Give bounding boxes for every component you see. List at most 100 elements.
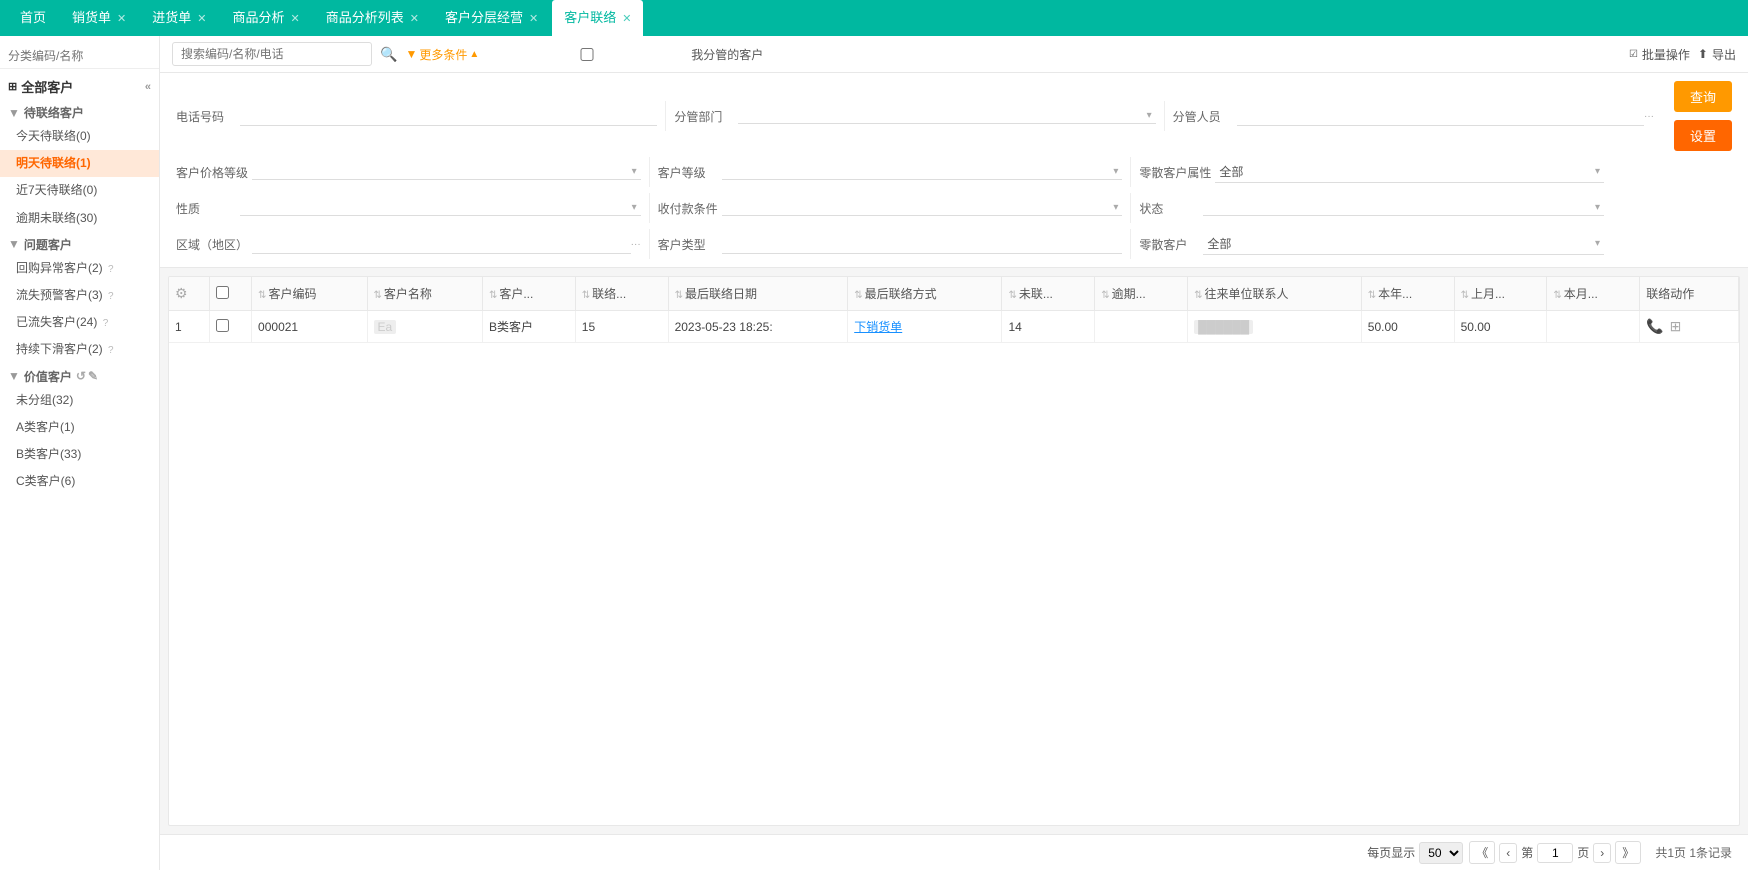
- nav-product-analysis-list-close[interactable]: ✕: [410, 13, 419, 25]
- filter-retail-customer-select[interactable]: 全部 ▾: [1203, 233, 1604, 255]
- payment-arrow: ▾: [1113, 202, 1118, 213]
- filter-bar-right: ☑ 批量操作 ⬆ 导出: [1629, 46, 1736, 63]
- pagination-bar: 每页显示 50 《 ‹ 第 页 › 》 共1页 1条记录: [160, 834, 1748, 870]
- top-navigation: 首页 销货单✕ 进货单✕ 商品分析✕ 商品分析列表✕ 客户分层经营✕ 客户联络✕: [0, 0, 1748, 36]
- batch-op-btn[interactable]: ☑ 批量操作: [1629, 46, 1690, 63]
- sidebar-item-class-b[interactable]: B类客户(33): [0, 441, 159, 468]
- col-type[interactable]: ⇅客户...: [482, 277, 575, 311]
- filter-phone-input[interactable]: [240, 107, 657, 126]
- filter-payment-select[interactable]: ▾: [722, 200, 1123, 216]
- col-this-month[interactable]: ⇅本月...: [1547, 277, 1640, 311]
- nav-sales[interactable]: 销货单✕: [60, 0, 138, 36]
- nav-product-analysis[interactable]: 商品分析✕: [220, 0, 311, 36]
- filter-customer-type-input[interactable]: [722, 235, 1123, 254]
- nav-customer-contact[interactable]: 客户联络✕: [552, 0, 643, 36]
- filter-status-select[interactable]: ▾: [1203, 200, 1604, 216]
- filter-person-input[interactable]: [1237, 107, 1644, 126]
- action-phone-icon[interactable]: 📞: [1646, 318, 1663, 335]
- help-icon-churned[interactable]: ?: [103, 318, 109, 329]
- filter-dept-select[interactable]: ▾: [738, 108, 1155, 124]
- filter-price-level-select[interactable]: ▾: [252, 164, 641, 180]
- all-customers-title[interactable]: ⊞ 全部客户 «: [0, 73, 159, 100]
- sidebar-item-declining[interactable]: 持续下滑客户(2) ?: [0, 336, 159, 363]
- row-code: 000021: [252, 311, 367, 343]
- row-company-contact: ██████: [1188, 311, 1362, 343]
- row-select-checkbox[interactable]: [216, 319, 229, 332]
- col-name[interactable]: ⇅客户名称: [367, 277, 482, 311]
- retail-customer-arrow: ▾: [1595, 238, 1600, 249]
- dept-dropdown-arrow: ▾: [1147, 110, 1152, 121]
- filter-retail-attr-select[interactable]: 全部 ▾: [1215, 161, 1604, 183]
- sidebar-item-churned[interactable]: 已流失客户(24) ?: [0, 309, 159, 336]
- col-checkbox: [210, 277, 252, 311]
- next-page-btn[interactable]: ›: [1593, 843, 1611, 863]
- sidebar-item-ungrouped[interactable]: 未分组(32): [0, 387, 159, 414]
- value-group-refresh-icon[interactable]: ↺: [76, 369, 86, 383]
- col-overdue[interactable]: ⇅逾期...: [1095, 277, 1188, 311]
- help-icon-declining[interactable]: ?: [108, 345, 114, 356]
- col-code[interactable]: ⇅客户编码: [252, 277, 367, 311]
- sidebar-search-input[interactable]: [8, 49, 160, 63]
- col-no-contact[interactable]: ⇅未联...: [1002, 277, 1095, 311]
- nav-customer-tier[interactable]: 客户分层经营✕: [433, 0, 550, 36]
- customer-name-masked: Ea: [374, 320, 397, 334]
- col-this-year[interactable]: ⇅本年...: [1361, 277, 1454, 311]
- col-contact[interactable]: ⇅联络...: [575, 277, 668, 311]
- settings-button[interactable]: 设置: [1674, 120, 1732, 151]
- last-page-btn[interactable]: 》: [1615, 841, 1641, 864]
- content-area: 🔍 ▼ 更多条件 ▲ 我分管的客户 ☑ 批量操作 ⬆ 导出: [160, 36, 1748, 870]
- export-btn[interactable]: ⬆ 导出: [1698, 46, 1736, 63]
- nav-sales-close[interactable]: ✕: [117, 13, 126, 25]
- region-more-btn[interactable]: ···: [631, 239, 641, 250]
- sidebar-item-7days-contact[interactable]: 近7天待联络(0): [0, 177, 159, 204]
- value-group-edit-icon[interactable]: ✎: [88, 369, 98, 383]
- sidebar-item-repurchase-anomaly[interactable]: 回购异常客户(2) ?: [0, 255, 159, 282]
- per-page-select[interactable]: 50: [1419, 842, 1463, 864]
- search-input[interactable]: [172, 42, 372, 66]
- filter-payment: 收付款条件 ▾: [658, 200, 1123, 217]
- more-conditions-btn[interactable]: ▼ 更多条件 ▲: [405, 46, 479, 63]
- prev-page-btn[interactable]: ‹: [1499, 843, 1517, 863]
- filter-region-input[interactable]: [252, 235, 631, 254]
- table-settings-icon[interactable]: ⚙: [175, 285, 188, 301]
- col-company-contact[interactable]: ⇅往来单位联系人: [1188, 277, 1362, 311]
- row-last-date: 2023-05-23 18:25:: [668, 311, 848, 343]
- select-all-checkbox[interactable]: [216, 286, 229, 299]
- first-page-btn[interactable]: 《: [1469, 841, 1495, 864]
- sidebar: 🔍 ⊞ 全部客户 « ▼ 待联络客户 今天待联络(0) 明天待联络(1) 近7天…: [0, 36, 160, 870]
- person-more-btn[interactable]: ···: [1644, 111, 1654, 122]
- nav-customer-tier-close[interactable]: ✕: [529, 13, 538, 25]
- my-customers-checkbox[interactable]: [487, 48, 687, 61]
- col-last-date[interactable]: ⇅最后联络日期: [668, 277, 848, 311]
- sidebar-item-tomorrow-contact[interactable]: 明天待联络(1): [0, 150, 159, 177]
- help-icon-repurchase[interactable]: ?: [108, 264, 114, 275]
- last-method-link[interactable]: 下销货单: [854, 320, 902, 334]
- filter-search-icon[interactable]: 🔍: [380, 46, 397, 63]
- nav-purchase[interactable]: 进货单✕: [140, 0, 218, 36]
- col-action: 联络动作: [1640, 277, 1739, 311]
- col-last-month[interactable]: ⇅上月...: [1454, 277, 1547, 311]
- sidebar-item-churn-warning[interactable]: 流失预警客户(3) ?: [0, 282, 159, 309]
- help-icon-churn-warning[interactable]: ?: [108, 291, 114, 302]
- page-number-input[interactable]: [1537, 843, 1573, 863]
- action-grid-icon[interactable]: ⊞: [1670, 318, 1682, 335]
- sidebar-item-class-c[interactable]: C类客户(6): [0, 468, 159, 495]
- col-last-method[interactable]: ⇅最后联络方式: [848, 277, 1002, 311]
- nav-product-analysis-list[interactable]: 商品分析列表✕: [314, 0, 431, 36]
- filter-customer-level-select[interactable]: ▾: [722, 164, 1123, 180]
- row-last-method[interactable]: 下销货单: [848, 311, 1002, 343]
- sidebar-item-class-a[interactable]: A类客户(1): [0, 414, 159, 441]
- sidebar-collapse-btn[interactable]: «: [145, 81, 151, 93]
- sidebar-item-today-contact[interactable]: 今天待联络(0): [0, 123, 159, 150]
- nav-product-analysis-close[interactable]: ✕: [291, 13, 300, 25]
- nav-customer-contact-close[interactable]: ✕: [622, 13, 631, 25]
- filter-nature: 性质 ▾: [176, 200, 641, 217]
- page-navigation: 《 ‹ 第 页 › 》: [1469, 841, 1641, 864]
- sidebar-item-overdue-contact[interactable]: 逾期未联络(30): [0, 205, 159, 232]
- nav-home[interactable]: 首页: [8, 0, 58, 36]
- query-button[interactable]: 查询: [1674, 81, 1732, 112]
- filter-region: 区域（地区） ···: [176, 235, 641, 254]
- filter-nature-select[interactable]: ▾: [240, 200, 641, 216]
- nav-purchase-close[interactable]: ✕: [197, 13, 206, 25]
- col-settings: ⚙: [169, 277, 210, 311]
